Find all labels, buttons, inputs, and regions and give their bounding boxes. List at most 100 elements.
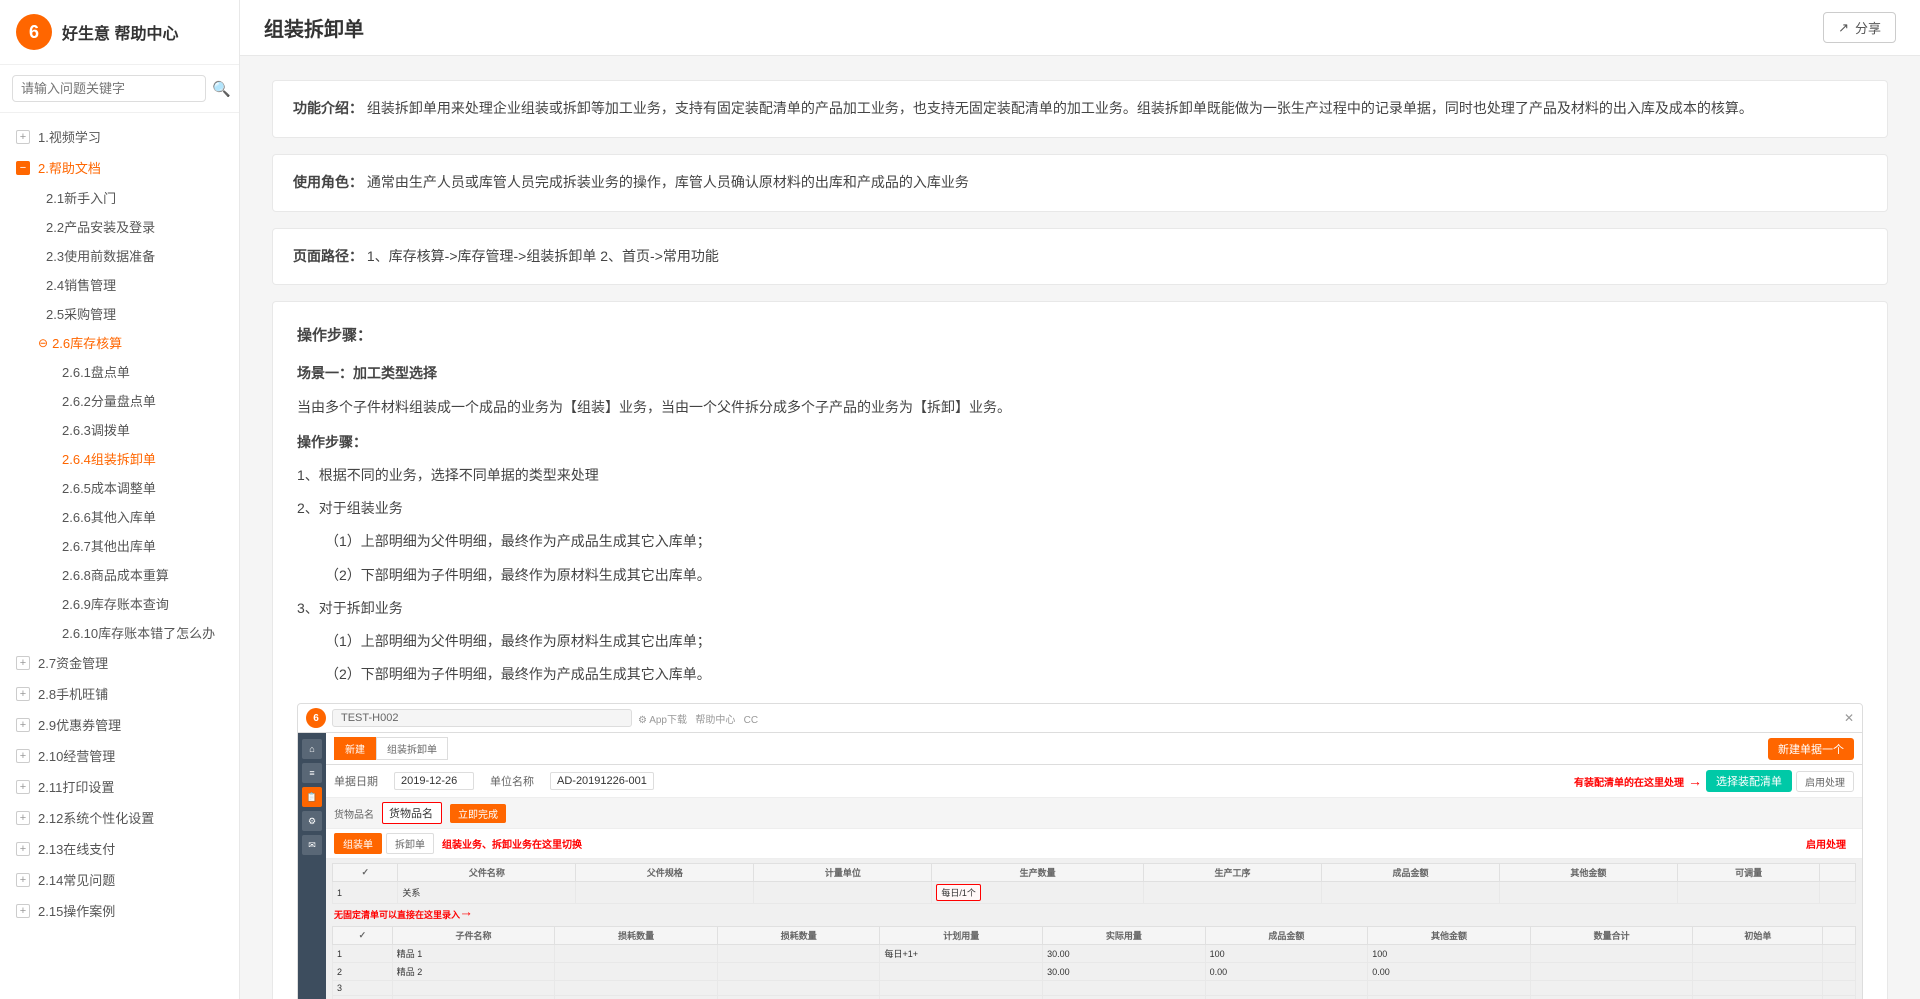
search-icon[interactable]: 🔍 <box>212 80 231 98</box>
share-icon: ↗ <box>1838 20 1849 36</box>
sc-new-btn[interactable]: 新建单据一个 <box>1768 738 1854 760</box>
sidebar-item-video[interactable]: + 1.视频学习 <box>0 121 239 152</box>
sc-type-switcher: 组装单 拆卸单 组装业务、拆卸业务在这里切换 启用处理 <box>326 829 1862 859</box>
sc-content-area: 新建 组装拆卸单 新建单据一个 单据日期 2019-12-26 单位名称 AD-… <box>326 733 1862 999</box>
sc-arrow-right: → <box>1688 773 1702 789</box>
sc-lower-table-area: ✓ 子件名称 损耗数量 损耗数量 计划用量 实际用量 成品金额 其他金额 数量合 <box>332 926 1856 999</box>
sc-tab-list[interactable]: 组装拆卸单 <box>376 737 448 760</box>
sc-th-prod-qty: 生产数量 <box>932 864 1144 882</box>
sc-cell-adj <box>1677 882 1819 904</box>
nav-tree: + 1.视频学习 − 2.帮助文档 2.1新手入门 2.2产品安装及登录 2.3… <box>0 113 239 999</box>
sc-th2-check: ✓ <box>333 927 393 945</box>
page-title: 组装拆卸单 <box>264 13 364 42</box>
main-content: 操作步骤： 场景一：加工类型选择 当由多个子件材料组装成一个成品的业务为【组装】… <box>272 301 1888 999</box>
sc-type-btns: 组装单 拆卸单 <box>334 833 434 854</box>
sc-upper-table-area: ✓ 父件名称 父件规格 计量单位 生产数量 生产工序 成品金额 其他金额 可调量 <box>332 863 1856 904</box>
sc-date-label: 单据日期 <box>334 773 378 789</box>
sidebar-item-2-6-4[interactable]: 2.6.4组装拆卸单 <box>54 444 239 473</box>
sidebar-item-2-14[interactable]: + 2.14常见问题 <box>0 864 239 895</box>
sc-th-parent-spec: 父件规格 <box>576 864 754 882</box>
sc-annotation4-area: 无固定清单可以直接在这里录入 ↑ <box>326 904 1862 926</box>
sc-th-unit: 计量单位 <box>754 864 932 882</box>
sc-close-icon: ✕ <box>1844 711 1854 725</box>
sidebar-item-2-6-2[interactable]: 2.6.2分量盘点单 <box>54 386 239 415</box>
sc-side-icon-home: ⌂ <box>302 739 322 759</box>
sc-unit-label: 单位名称 <box>490 773 534 789</box>
sc-tab-new[interactable]: 新建 <box>334 737 376 760</box>
sc-titlebar: 6 TEST-H002 ⚙ App下载 帮助中心 CC ✕ <box>298 704 1862 733</box>
sidebar-item-2-6-1[interactable]: 2.6.1盘点单 <box>54 357 239 386</box>
sc-th-adj-qty: 可调量 <box>1677 864 1819 882</box>
sidebar-item-2-10[interactable]: + 2.10经营管理 <box>0 740 239 771</box>
sc-side-icon-settings: ⚙ <box>302 811 322 831</box>
step3: 3、对于拆卸业务 <box>297 596 1863 621</box>
sc-arrow-down: ↑ <box>460 911 476 918</box>
expand-icon-2-11: + <box>16 780 30 794</box>
role-block: 使用角色： 通常由生产人员或库管人员完成拆装业务的操作，库管人员确认原材料的出库… <box>272 154 1888 212</box>
sc-btn-disassembly[interactable]: 拆卸单 <box>386 833 434 854</box>
sc-cell-act <box>1820 882 1856 904</box>
step3-sub2: （2）下部明细为子件明细，最终作为产成品生成其它入库单。 <box>325 662 1863 687</box>
sidebar-item-2-6-7[interactable]: 2.6.7其他出库单 <box>54 531 239 560</box>
sidebar-item-2-6-6[interactable]: 2.6.6其他入库单 <box>54 502 239 531</box>
sidebar-item-2-3[interactable]: 2.3使用前数据准备 <box>38 241 239 270</box>
sidebar-item-2-11[interactable]: + 2.11打印设置 <box>0 771 239 802</box>
sidebar-item-2-6[interactable]: 2.6库存核算 <box>52 328 130 357</box>
sc-cell-prod-amt <box>1321 882 1499 904</box>
sc-bom-select-btn[interactable]: 选择装配清单 <box>1706 770 1792 792</box>
sc-th2-actual: 实际用量 <box>1043 927 1206 945</box>
sidebar-item-2-15[interactable]: + 2.15操作案例 <box>0 895 239 926</box>
sc-annotation4: 无固定清单可以直接在这里录入 <box>334 908 460 921</box>
expand-icon-2-15: + <box>16 904 30 918</box>
step1: 1、根据不同的业务，选择不同单据的类型来处理 <box>297 463 1863 488</box>
sc-th-check: ✓ <box>333 864 398 882</box>
sidebar-item-2-12[interactable]: + 2.12系统个性化设置 <box>0 802 239 833</box>
path-text: 1、库存核算->库存管理->组装拆卸单 2、首页->常用功能 <box>367 248 719 264</box>
sc-th-other-amount: 其他金额 <box>1499 864 1677 882</box>
func-intro-label: 功能介绍： <box>293 100 363 116</box>
sidebar-item-docs[interactable]: − 2.帮助文档 <box>0 152 239 183</box>
role-label: 使用角色： <box>293 174 363 190</box>
app-logo: 6 <box>16 14 52 50</box>
sidebar-item-2-1[interactable]: 2.1新手入门 <box>38 183 239 212</box>
sc-th2-prod-amt: 成品金额 <box>1205 927 1368 945</box>
sidebar-item-2-6-3[interactable]: 2.6.3调拨单 <box>54 415 239 444</box>
ops-title: 操作步骤： <box>297 322 1863 349</box>
sidebar-item-2-4[interactable]: 2.4销售管理 <box>38 270 239 299</box>
sc-cell-check: 1 <box>333 882 398 904</box>
docs-sub-items: 2.1新手入门 2.2产品安装及登录 2.3使用前数据准备 2.4销售管理 2.… <box>0 183 239 647</box>
sidebar-item-2-5[interactable]: 2.5采购管理 <box>38 299 239 328</box>
sidebar-item-2-13[interactable]: + 2.13在线支付 <box>0 833 239 864</box>
share-button[interactable]: ↗ 分享 <box>1823 12 1896 43</box>
sidebar-item-2-2[interactable]: 2.2产品安装及登录 <box>38 212 239 241</box>
sc-lower-row-3: 3 <box>333 981 1856 996</box>
role-text: 通常由生产人员或库管人员完成拆装业务的操作，库管人员确认原材料的出库和产成品的入… <box>367 174 969 190</box>
sc-cell-prod-qty: 每日/1个 <box>932 882 1144 904</box>
sc-filter-label: 货物品名 <box>334 806 374 821</box>
sc-th-parent-name: 父件名称 <box>398 864 576 882</box>
search-input[interactable] <box>12 75 206 102</box>
sidebar-item-2-6-5[interactable]: 2.6.5成本调整单 <box>54 473 239 502</box>
scene1-title: 场景一：加工类型选择 <box>297 361 1863 386</box>
sc-cell-spec <box>576 882 754 904</box>
sidebar: 6 好生意 帮助中心 🔍 + 1.视频学习 − 2.帮助文档 2.1新手入门 2… <box>0 0 240 999</box>
sidebar-item-2-6-9[interactable]: 2.6.9库存账本查询 <box>54 589 239 618</box>
sc-confirm-btn[interactable]: 立即完成 <box>450 804 506 823</box>
sc-process-right-btn[interactable]: 启用处理 <box>1796 771 1854 792</box>
sc-upper-table-header: ✓ 父件名称 父件规格 计量单位 生产数量 生产工序 成品金额 其他金额 可调量 <box>333 864 1856 882</box>
sc-side-icon-msg: ✉ <box>302 835 322 855</box>
sc-cell-unit <box>754 882 932 904</box>
sidebar-item-2-6-10[interactable]: 2.6.10库存账本错了怎么办 <box>54 618 239 647</box>
sc-form-header: 单据日期 2019-12-26 单位名称 AD-20191226-001 有装配… <box>326 765 1862 798</box>
sidebar-item-2-7[interactable]: + 2.7资金管理 <box>0 647 239 678</box>
path-block: 页面路径： 1、库存核算->库存管理->组装拆卸单 2、首页->常用功能 <box>272 228 1888 286</box>
sc-unit-value: AD-20191226-001 <box>550 772 654 790</box>
sidebar-item-2-8[interactable]: + 2.8手机旺铺 <box>0 678 239 709</box>
sidebar-item-2-6-8[interactable]: 2.6.8商品成本重算 <box>54 560 239 589</box>
sc-cell-other-amt <box>1499 882 1677 904</box>
sidebar-item-2-9[interactable]: + 2.9优惠券管理 <box>0 709 239 740</box>
sc-lower-row-1: 1 精品 1 每日+1+ 30.00 100 100 <box>333 945 1856 963</box>
expand-icon-2-13: + <box>16 842 30 856</box>
sc-btn-assembly[interactable]: 组装单 <box>334 833 382 854</box>
expand-icon-2-9: + <box>16 718 30 732</box>
